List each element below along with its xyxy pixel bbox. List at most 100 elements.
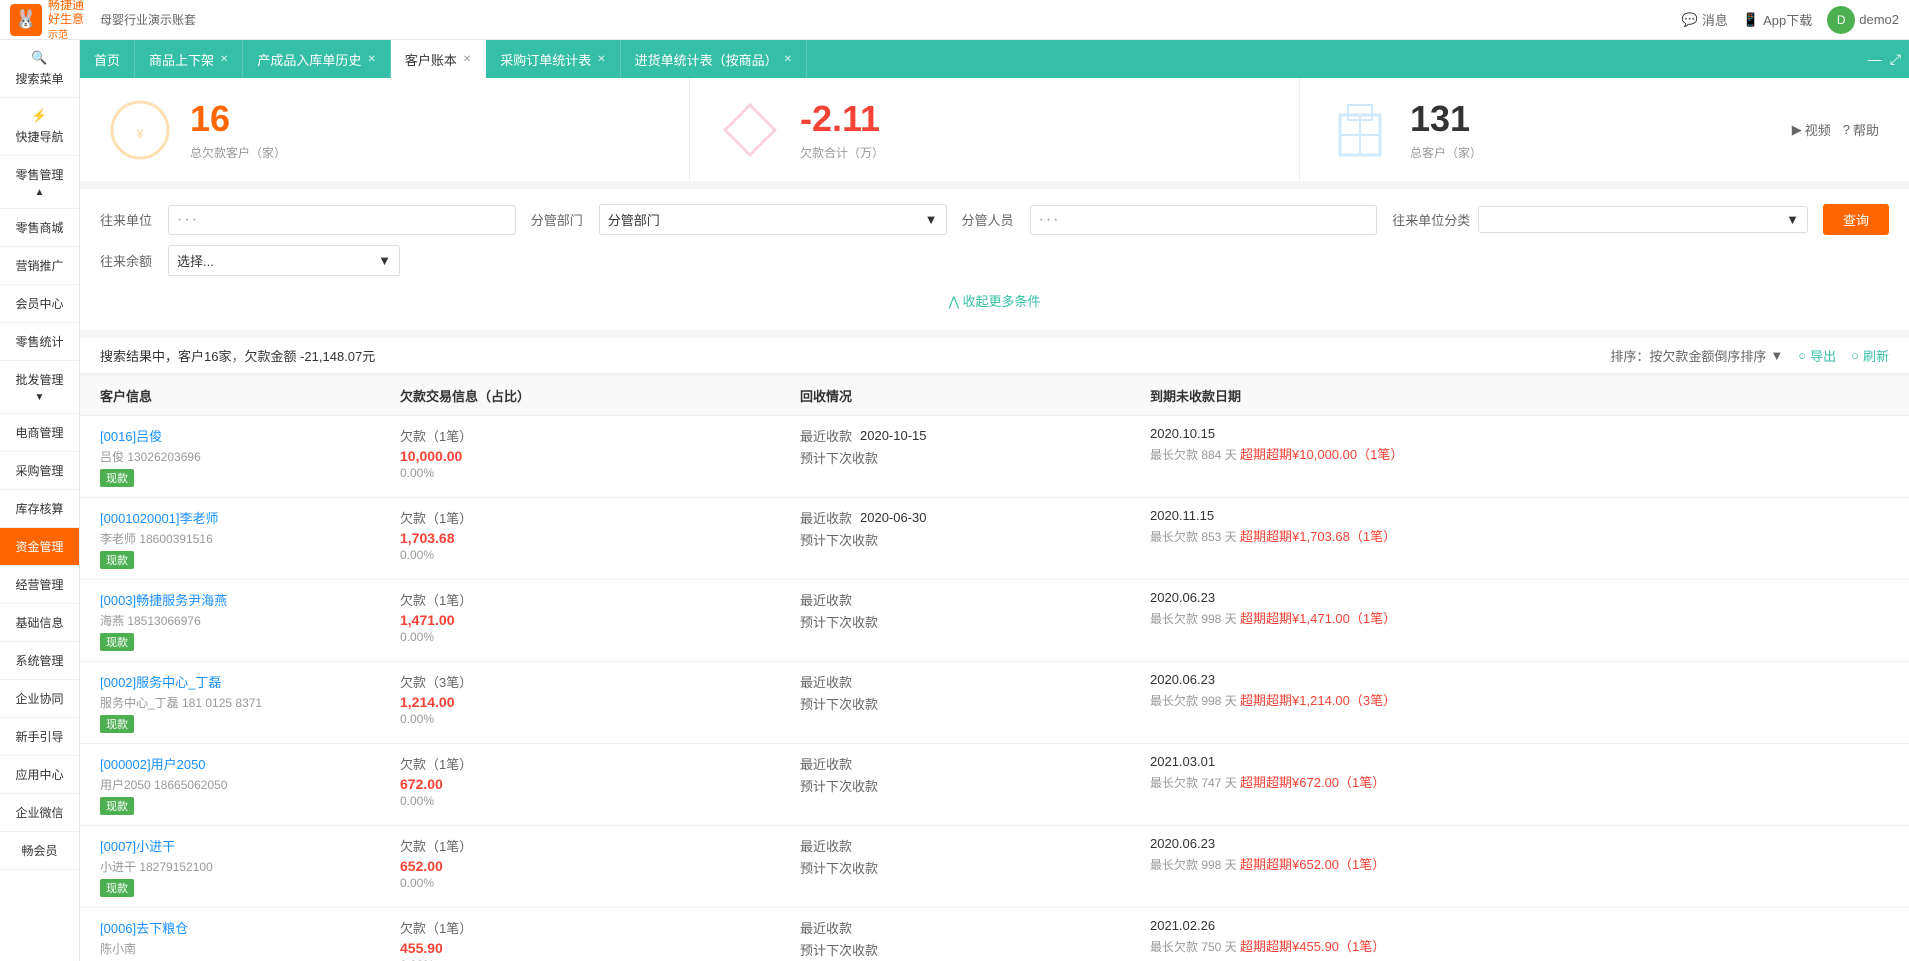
debt-amount[interactable]: 1,471.00 bbox=[400, 612, 800, 628]
sidebar-search[interactable]: 🔍 搜索菜单 bbox=[0, 40, 79, 98]
customer-badge: 现款 bbox=[100, 715, 134, 733]
sidebar-item-system[interactable]: 系统管理 bbox=[0, 642, 79, 680]
tab-purchase-stats[interactable]: 采购订单统计表 ✕ bbox=[486, 40, 620, 78]
sidebar-item-newbie[interactable]: 新手引导 bbox=[0, 718, 79, 756]
sidebar-item-marketing[interactable]: 营销推广 bbox=[0, 247, 79, 285]
sidebar-item-ecom[interactable]: 电商管理 bbox=[0, 414, 79, 452]
search-button[interactable]: 查询 bbox=[1823, 204, 1889, 235]
table-row: [0003]畅捷服务尹海燕 海燕 18513066976 现款 欠款（1笔） 1… bbox=[80, 580, 1909, 662]
user-menu[interactable]: D demo2 bbox=[1827, 6, 1899, 34]
due-overdue: 最长欠款 884 天 超期超期¥10,000.00（1笔） bbox=[1150, 444, 1889, 463]
customer-name-link[interactable]: [0007]小进干 bbox=[100, 839, 175, 854]
collection-info-0: 最近收款 2020-10-15 预计下次收款 bbox=[800, 426, 1150, 487]
debt-percent: 0.00% bbox=[400, 712, 800, 726]
sort-button[interactable]: 排序：按欠款金额倒序排序 ▼ bbox=[1610, 346, 1783, 365]
overdue-link[interactable]: 超期超期¥1,471.00（1笔） bbox=[1240, 611, 1396, 626]
close-icon[interactable]: ✕ bbox=[367, 54, 375, 65]
close-icon[interactable]: ✕ bbox=[597, 54, 605, 65]
tab-purchase-product-stats[interactable]: 进货单统计表（按商品） ✕ bbox=[621, 40, 807, 78]
debt-amount[interactable]: 1,703.68 bbox=[400, 530, 800, 546]
overdue-link[interactable]: 超期超期¥455.90（1笔） bbox=[1240, 939, 1385, 954]
sidebar-item-app-center[interactable]: 应用中心 bbox=[0, 756, 79, 794]
due-date-main: 2020.06.23 bbox=[1150, 836, 1889, 851]
sidebar-item-member-plus[interactable]: 畅会员 bbox=[0, 832, 79, 870]
sidebar-item-batch-mgmt[interactable]: 批发管理 ▼ bbox=[0, 361, 79, 414]
debt-amount[interactable]: 1,214.00 bbox=[400, 694, 800, 710]
customer-name-link[interactable]: [0001020001]李老师 bbox=[100, 511, 219, 526]
export-button[interactable]: ○ 导出 bbox=[1798, 346, 1836, 365]
customer-input[interactable]: ··· bbox=[168, 205, 516, 235]
overdue-link[interactable]: 超期超期¥10,000.00（1笔） bbox=[1240, 447, 1403, 462]
total-customers-label: 总客户（家） bbox=[1410, 144, 1482, 161]
close-icon[interactable]: ✕ bbox=[220, 54, 228, 65]
sidebar-item-member[interactable]: 会员中心 bbox=[0, 285, 79, 323]
logo-area: 🐰 畅捷通好生意 示范 bbox=[10, 0, 90, 41]
last-collection: 最近收款 2020-06-30 bbox=[800, 508, 1150, 527]
overdue-link[interactable]: 超期超期¥652.00（1笔） bbox=[1240, 857, 1385, 872]
customer-name-link[interactable]: [0006]去下粮仓 bbox=[100, 921, 188, 936]
debt-info-1: 欠款（1笔） 1,703.68 0.00% bbox=[400, 508, 800, 569]
sidebar-item-warehouse[interactable]: 库存核算 bbox=[0, 490, 79, 528]
debt-customers-count: 16 bbox=[190, 98, 286, 140]
debt-amount[interactable]: 652.00 bbox=[400, 858, 800, 874]
close-icon[interactable]: ✕ bbox=[784, 54, 792, 65]
video-btn[interactable]: ▶ 视频 bbox=[1792, 120, 1831, 139]
expand-tabs-btn[interactable]: ⤢ bbox=[1890, 51, 1901, 68]
customer-name-link[interactable]: [0002]服务中心_丁磊 bbox=[100, 675, 221, 690]
phone-icon: 📱 bbox=[1743, 12, 1759, 28]
sidebar-item-retail-stats[interactable]: 零售统计 bbox=[0, 323, 79, 361]
collapse-filters-btn[interactable]: ⋀ 收起更多条件 bbox=[100, 286, 1889, 315]
dept-dropdown[interactable]: 分管部门 ▼ bbox=[599, 204, 947, 235]
sidebar-item-enterprise-wechat[interactable]: 企业微信 bbox=[0, 794, 79, 832]
help-btn[interactable]: ? 帮助 bbox=[1843, 120, 1879, 139]
debt-percent: 0.00% bbox=[400, 548, 800, 562]
close-icon[interactable]: ✕ bbox=[463, 54, 471, 65]
tab-product-toggle[interactable]: 商品上下架 ✕ bbox=[135, 40, 243, 78]
collapse-tabs-btn[interactable]: — bbox=[1868, 51, 1882, 67]
sidebar-item-finance[interactable]: 资金管理 bbox=[0, 528, 79, 566]
overdue-link[interactable]: 超期超期¥1,703.68（1笔） bbox=[1240, 529, 1396, 544]
debt-count: 欠款（1笔） bbox=[400, 426, 800, 445]
overdue-link[interactable]: 超期超期¥1,214.00（3笔） bbox=[1240, 693, 1396, 708]
sidebar-item-retail-mall[interactable]: 零售商城 bbox=[0, 209, 79, 247]
chevron-down-icon-dept: ▼ bbox=[925, 212, 938, 227]
overdue-link[interactable]: 超期超期¥672.00（1笔） bbox=[1240, 775, 1385, 790]
filter-person-label: 分管人员 bbox=[962, 210, 1022, 229]
person-input[interactable]: ··· bbox=[1030, 205, 1378, 235]
stat-card-total-customers: 131 总客户（家） ▶ 视频 ? 帮助 bbox=[1300, 78, 1909, 181]
tab-product-history[interactable]: 产成品入库单历史 ✕ bbox=[243, 40, 390, 78]
due-date-main: 2021.02.26 bbox=[1150, 918, 1889, 933]
customer-name-link[interactable]: [000002]用户2050 bbox=[100, 757, 206, 772]
last-collection: 最近收款 2020-10-15 bbox=[800, 426, 1150, 445]
balance-select[interactable]: 选择... ▼ bbox=[168, 245, 400, 276]
due-overdue: 最长欠款 750 天 超期超期¥455.90（1笔） bbox=[1150, 936, 1889, 955]
debt-count: 欠款（3笔） bbox=[400, 672, 800, 691]
debt-amount[interactable]: 10,000.00 bbox=[400, 448, 800, 464]
tab-bar: 首页 商品上下架 ✕ 产成品入库单历史 ✕ 客户账本 ✕ 采购订单统计表 ✕ bbox=[80, 40, 1909, 78]
sidebar-item-purchase[interactable]: 采购管理 bbox=[0, 452, 79, 490]
sidebar-item-enterprise[interactable]: 企业协同 bbox=[0, 680, 79, 718]
filter-category: 往来单位分类 ▼ bbox=[1392, 206, 1808, 233]
customer-name-link[interactable]: [0016]吕俊 bbox=[100, 429, 162, 444]
last-collection: 最近收款 bbox=[800, 754, 1150, 773]
tab-home[interactable]: 首页 bbox=[80, 40, 135, 78]
app-download-btn[interactable]: 📱 App下载 bbox=[1743, 10, 1812, 29]
chevron-down-icon-sort: ▼ bbox=[1770, 348, 1783, 363]
debt-percent: 0.00% bbox=[400, 876, 800, 890]
debt-info-4: 欠款（1笔） 672.00 0.00% bbox=[400, 754, 800, 815]
refresh-button[interactable]: ○ 刷新 bbox=[1851, 346, 1889, 365]
sidebar-item-basic[interactable]: 基础信息 bbox=[0, 604, 79, 642]
customer-info-1: [0001020001]李老师 李老师 18600391516 现款 bbox=[100, 508, 400, 569]
top-right: 💬 消息 📱 App下载 D demo2 bbox=[1682, 6, 1899, 34]
category-dropdown[interactable]: ▼ bbox=[1478, 206, 1808, 233]
customer-name-link[interactable]: [0003]畅捷服务尹海燕 bbox=[100, 593, 227, 608]
logo-text: 畅捷通好生意 bbox=[48, 0, 90, 26]
sidebar-item-ops[interactable]: 经营管理 bbox=[0, 566, 79, 604]
debt-total-amount: -2.11 bbox=[800, 98, 884, 140]
sidebar-item-retail-mgmt[interactable]: 零售管理 ▲ bbox=[0, 156, 79, 209]
debt-amount[interactable]: 455.90 bbox=[400, 940, 800, 956]
message-btn[interactable]: 💬 消息 bbox=[1682, 10, 1728, 29]
tab-customer-account[interactable]: 客户账本 ✕ bbox=[391, 40, 486, 78]
debt-amount[interactable]: 672.00 bbox=[400, 776, 800, 792]
sidebar-quick-nav[interactable]: ⚡ 快捷导航 bbox=[0, 98, 79, 156]
